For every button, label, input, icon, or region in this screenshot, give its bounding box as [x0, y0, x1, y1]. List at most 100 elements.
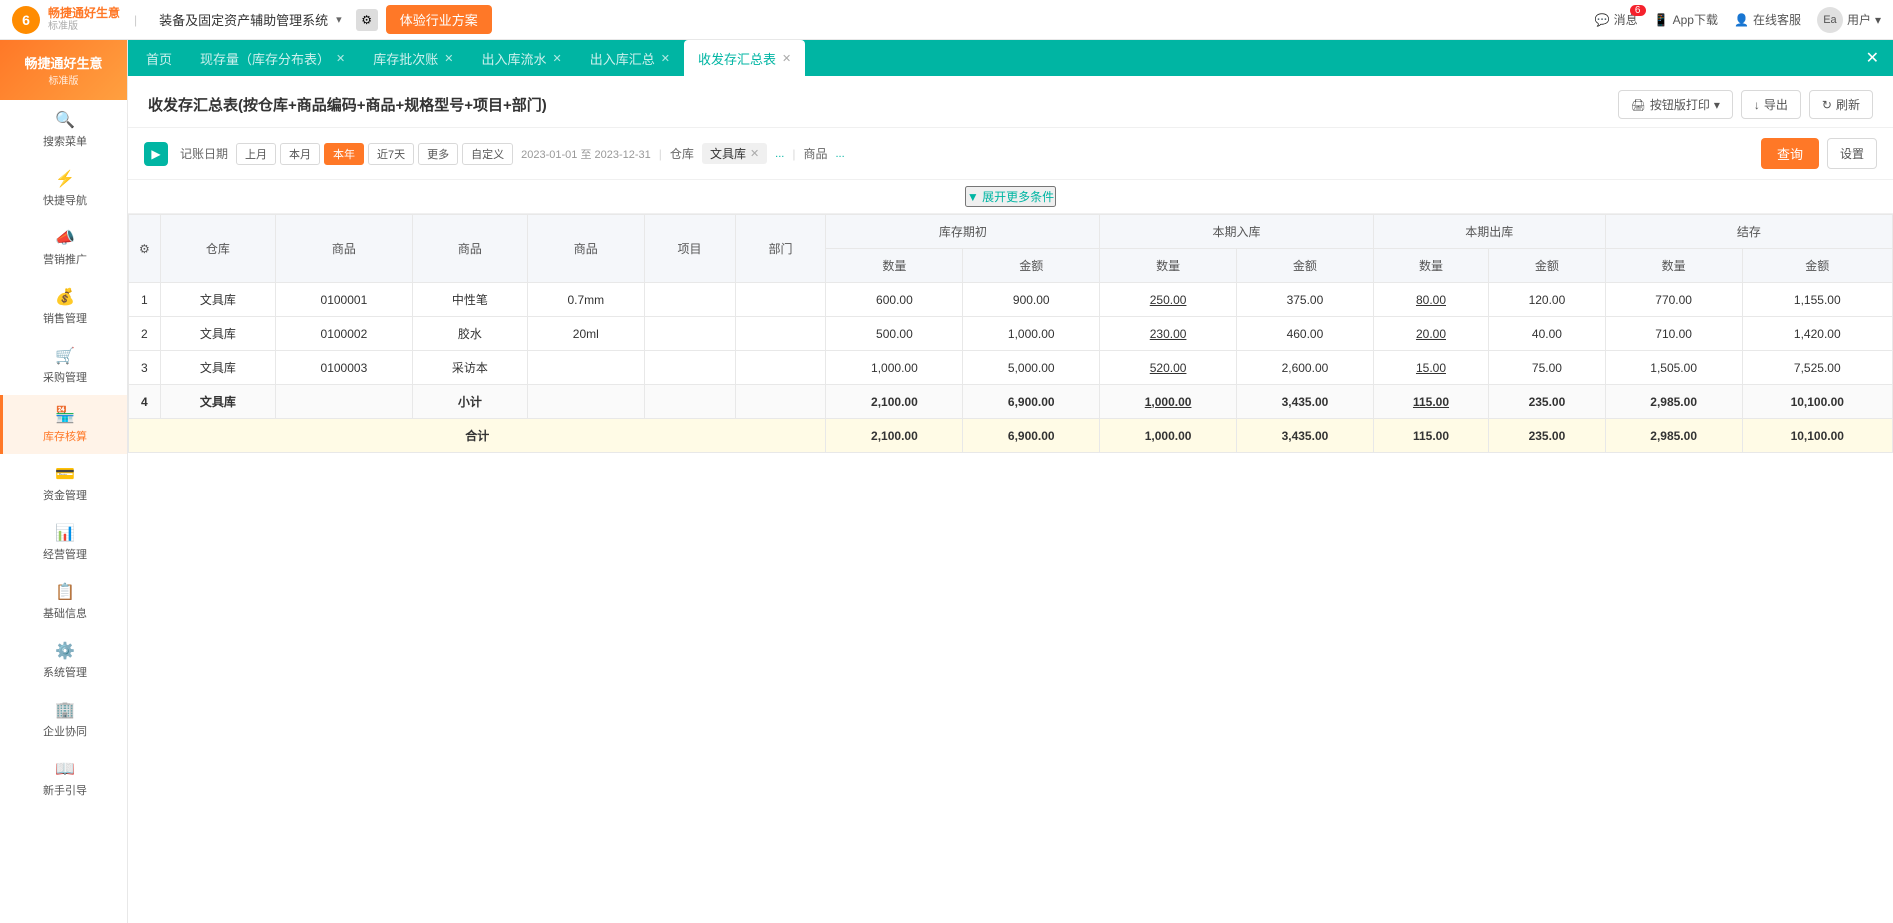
page-inner: 收发存汇总表(按仓库+商品编码+商品+规格型号+项目+部门) 🖨 按钮版打印 ▾…	[128, 76, 1893, 923]
table-row: 1 文具库 0100001 中性笔 0.7mm 600.00 900.00	[129, 283, 1893, 317]
tab-close-inout-flow[interactable]: ✕	[553, 52, 562, 65]
tab-close-batch[interactable]: ✕	[444, 52, 453, 65]
warehouse-tag-close[interactable]: ✕	[750, 147, 759, 160]
expand-more-btn[interactable]: ▼ 展开更多条件	[965, 186, 1056, 207]
tab-inout-summary[interactable]: 出入库汇总 ✕	[576, 40, 684, 76]
footer-bal-amt: 10,100.00	[1742, 419, 1892, 453]
sidebar-item-search[interactable]: 🔍 搜索菜单	[0, 100, 127, 159]
export-btn[interactable]: ↓ 导出	[1741, 90, 1801, 119]
warehouse-filter-label: 仓库	[670, 145, 694, 162]
sidebar-label-search: 搜索菜单	[43, 133, 87, 149]
expand-icon: ▼	[967, 190, 982, 204]
in-qty-link-3: 520.00	[1150, 361, 1187, 375]
col-spec: 商品	[528, 215, 645, 283]
date-btn-last-month[interactable]: 上月	[236, 143, 276, 165]
warehouse-more-btn[interactable]: ...	[775, 148, 784, 160]
sub-out-amt: 金额	[1489, 249, 1606, 283]
sidebar-item-enterprise[interactable]: 🏢 企业协同	[0, 690, 127, 749]
query-btn[interactable]: 查询	[1761, 138, 1819, 169]
sidebar-label-enterprise: 企业协同	[43, 723, 87, 739]
col-stock-init: 库存期初	[826, 215, 1100, 249]
warehouse-tag: 文具库 ✕	[702, 143, 767, 164]
sidebar-item-system[interactable]: ⚙️ 系统管理	[0, 631, 127, 690]
app-logo: 6	[12, 6, 40, 34]
tab-bar: 首页 现存量（库存分布表） ✕ 库存批次账 ✕ 出入库流水 ✕ 出入库汇总 ✕	[128, 40, 1893, 76]
sidebar-item-operations[interactable]: 📊 经营管理	[0, 513, 127, 572]
sidebar-title: 畅捷通好生意	[24, 53, 102, 72]
sidebar-subtitle: 标准版	[49, 72, 79, 87]
sidebar-item-sales[interactable]: 💰 销售管理	[0, 277, 127, 336]
sidebar-label-basic: 基础信息	[43, 605, 87, 621]
out-qty-link-1: 80.00	[1416, 293, 1446, 307]
filter-toggle-btn[interactable]: ▶	[144, 142, 168, 166]
print-btn[interactable]: 🖨 按钮版打印 ▾	[1618, 90, 1733, 119]
tab-recv-send[interactable]: 收发存汇总表 ✕	[684, 40, 805, 76]
sidebar-label-operations: 经营管理	[43, 546, 87, 562]
sidebar-item-marketing[interactable]: 📣 营销推广	[0, 218, 127, 277]
sub-bal-amt: 金额	[1742, 249, 1892, 283]
expand-more-row: ▼ 展开更多条件	[128, 180, 1893, 214]
operations-icon: 📊	[55, 523, 75, 543]
tab-home[interactable]: 首页	[132, 40, 186, 76]
footer-out-qty: 115.00	[1373, 419, 1488, 453]
enterprise-icon: 🏢	[55, 700, 75, 720]
refresh-btn[interactable]: ↻ 刷新	[1809, 90, 1873, 119]
export-icon: ↓	[1754, 98, 1760, 112]
sidebar-label-system: 系统管理	[43, 664, 87, 680]
col-settings[interactable]: ⚙	[129, 215, 161, 283]
sidebar-item-purchase[interactable]: 🛒 采购管理	[0, 336, 127, 395]
subtotal-in-qty-link: 1,000.00	[1145, 395, 1192, 409]
sidebar-label-guide: 新手引导	[43, 782, 87, 798]
inventory-icon: 🏪	[55, 405, 75, 425]
sub-in-qty: 数量	[1100, 249, 1237, 283]
app-subtitle: 标准版	[48, 21, 120, 33]
sub-init-qty: 数量	[826, 249, 963, 283]
sidebar-item-guide[interactable]: 📖 新手引导	[0, 749, 127, 808]
page-content: 收发存汇总表(按仓库+商品编码+商品+规格型号+项目+部门) 🖨 按钮版打印 ▾…	[128, 76, 1893, 923]
top-bar: 6 畅捷通好生意 标准版 | 装备及固定资产辅助管理系统 ▾ ⚙ 体验行业方案 …	[0, 0, 1893, 40]
settings-icon[interactable]: ⚙	[356, 9, 378, 31]
sidebar-item-finance[interactable]: 💳 资金管理	[0, 454, 127, 513]
date-btn-7days[interactable]: 近7天	[368, 143, 414, 165]
col-project: 项目	[644, 215, 735, 283]
sidebar-item-basic[interactable]: 📋 基础信息	[0, 572, 127, 631]
subtotal-out-qty-link: 115.00	[1413, 395, 1449, 409]
top-bar-right: 💬 消息 6 📱 App下载 👤 在线客服 Ea 用户 ▾	[1595, 7, 1881, 33]
message-btn[interactable]: 💬 消息 6	[1595, 11, 1638, 28]
content-area: 首页 现存量（库存分布表） ✕ 库存批次账 ✕ 出入库流水 ✕ 出入库汇总 ✕	[128, 40, 1893, 923]
tab-close-inventory-dist[interactable]: ✕	[336, 52, 345, 65]
page-header: 收发存汇总表(按仓库+商品编码+商品+规格型号+项目+部门) 🖨 按钮版打印 ▾…	[128, 76, 1893, 128]
footer-in-qty: 1,000.00	[1100, 419, 1237, 453]
sub-init-amt: 金额	[963, 249, 1100, 283]
app-title: 畅捷通好生意	[48, 6, 120, 20]
experience-btn[interactable]: 体验行业方案	[386, 5, 492, 34]
tab-inout-flow[interactable]: 出入库流水 ✕	[467, 40, 575, 76]
service-icon: 👤	[1734, 13, 1749, 27]
footer-init-qty: 2,100.00	[826, 419, 963, 453]
sidebar-item-inventory[interactable]: 🏪 库存核算	[0, 395, 127, 454]
tab-inventory-dist[interactable]: 现存量（库存分布表） ✕	[186, 40, 359, 76]
system-dropdown-icon[interactable]: ▾	[336, 13, 342, 26]
date-btn-custom[interactable]: 自定义	[462, 143, 513, 165]
sidebar-label-marketing: 营销推广	[43, 251, 87, 267]
tab-close-inout-summary[interactable]: ✕	[661, 52, 670, 65]
date-btn-this-year[interactable]: 本年	[324, 143, 364, 165]
date-btn-more[interactable]: 更多	[418, 143, 458, 165]
date-btn-this-month[interactable]: 本月	[280, 143, 320, 165]
quick-icon: ⚡	[55, 169, 75, 189]
footer-bal-qty: 2,985.00	[1605, 419, 1742, 453]
sidebar-item-quick[interactable]: ⚡ 快捷导航	[0, 159, 127, 218]
goods-more-btn[interactable]: ...	[835, 148, 844, 160]
sidebar-label-purchase: 采购管理	[43, 369, 87, 385]
app-container: 6 畅捷通好生意 标准版 | 装备及固定资产辅助管理系统 ▾ ⚙ 体验行业方案 …	[0, 0, 1893, 923]
col-warehouse: 仓库	[160, 215, 275, 283]
user-btn[interactable]: Ea 用户 ▾	[1817, 7, 1881, 33]
online-service-btn[interactable]: 👤 在线客服	[1734, 11, 1801, 28]
tab-batch[interactable]: 库存批次账 ✕	[359, 40, 467, 76]
filter-settings-btn[interactable]: 设置	[1827, 138, 1877, 169]
tab-bar-close-btn[interactable]: ✕	[1856, 48, 1889, 68]
guide-icon: 📖	[55, 759, 75, 779]
tab-close-recv-send[interactable]: ✕	[782, 52, 791, 65]
app-download-btn[interactable]: 📱 App下载	[1654, 11, 1718, 28]
print-dropdown-icon: ▾	[1714, 98, 1720, 112]
